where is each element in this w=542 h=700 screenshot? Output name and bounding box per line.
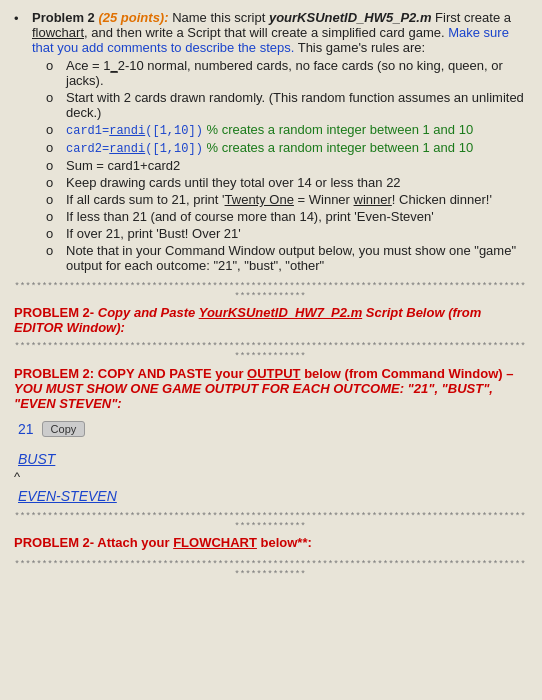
copy-button[interactable]: Copy xyxy=(42,421,86,437)
rule-7-text: If all cards sum to 21, print 'Twenty On… xyxy=(66,192,528,207)
separator-3: ****************************************… xyxy=(14,510,528,530)
rule-item-2: o Start with 2 cards drawn randomly. (Th… xyxy=(46,90,528,120)
rule-item-10: o Note that in your Command Window outpu… xyxy=(46,243,528,273)
symbol-row: ^ xyxy=(14,469,528,484)
rules-intro: This game's rules are: xyxy=(294,40,425,55)
sub-bullet-4: o xyxy=(46,140,62,156)
output-21-row: 21 Copy xyxy=(14,417,528,441)
problem2-flowchart-label: PROBLEM 2- xyxy=(14,535,94,550)
sub-bullet-5: o xyxy=(46,158,62,173)
output-21-value: 21 xyxy=(18,421,34,437)
rule-item-3: o card1=randi([1,10]) % creates a random… xyxy=(46,122,528,138)
caret-symbol: ^ xyxy=(14,469,20,484)
rule-8-text: If less than 21 (and of course more than… xyxy=(66,209,528,224)
separator-4: ****************************************… xyxy=(14,558,528,578)
problem2-bullet: • Problem 2 (25 points): Name this scrip… xyxy=(14,10,528,275)
output-even-row: EVEN-STEVEN xyxy=(14,488,528,504)
problem2-editor-text: Copy and Paste xyxy=(94,305,199,320)
problem2-output-text2: below (from Command Window) – xyxy=(301,366,514,381)
problem2-points: (25 points): xyxy=(95,10,169,25)
sub-bullet-6: o xyxy=(46,175,62,190)
rule-item-8: o If less than 21 (and of course more th… xyxy=(46,209,528,224)
problem2-output-text4: "EVEN STEVEN": xyxy=(14,396,122,411)
rule-10-text: Note that in your Command Window output … xyxy=(66,243,528,273)
problem2-intro3: , and then write a Script that will crea… xyxy=(84,25,448,40)
problem2-intro2: First create a xyxy=(432,10,511,25)
problem2-editor-header: PROBLEM 2- Copy and Paste YourKSUnetID_H… xyxy=(14,305,528,335)
sub-bullet-7: o xyxy=(46,192,62,207)
problem2-scriptname: yourKSUnetID_HW5_P2.m xyxy=(269,10,432,25)
problem2-output-text1: COPY AND PASTE your xyxy=(94,366,247,381)
problem2-output-text3: YOU MUST SHOW ONE GAME OUTPUT FOR EACH O… xyxy=(14,381,493,396)
flowchart-underline: FLOWCHART xyxy=(173,535,257,550)
rule-6-text: Keep drawing cards until they total over… xyxy=(66,175,528,190)
sub-bullet-8: o xyxy=(46,209,62,224)
problem2-editor-scriptname: YourKSUnetID_HW7_P2.m xyxy=(199,305,363,320)
output-bust-value: BUST xyxy=(18,451,55,467)
problem2-title-bold: Problem 2 xyxy=(32,10,95,25)
problem2-content: Problem 2 (25 points): Name this script … xyxy=(32,10,528,275)
bullet-symbol: • xyxy=(14,11,28,275)
rule-item-9: o If over 21, print 'Bust! Over 21' xyxy=(46,226,528,241)
output-even-value: EVEN-STEVEN xyxy=(18,488,117,504)
sub-bullet-1: o xyxy=(46,58,62,88)
problem2-output-header: PROBLEM 2: COPY AND PASTE your OUTPUT be… xyxy=(14,366,528,411)
rule-5-text: Sum = card1+card2 xyxy=(66,158,528,173)
sub-bullet-9: o xyxy=(46,226,62,241)
rules-list: o Ace = 1_2-10 normal, numbered cards, n… xyxy=(46,58,528,273)
separator-1: ****************************************… xyxy=(14,280,528,300)
problem2-flowchart-text: Attach your xyxy=(94,535,173,550)
problem2-editor-label: PROBLEM 2- xyxy=(14,305,94,320)
sub-bullet-3: o xyxy=(46,122,62,138)
problem2-flowchart-suffix: below**: xyxy=(257,535,312,550)
rule-item-5: o Sum = card1+card2 xyxy=(46,158,528,173)
sub-bullet-10: o xyxy=(46,243,62,273)
main-content: • Problem 2 (25 points): Name this scrip… xyxy=(14,10,528,578)
sub-bullet-2: o xyxy=(46,90,62,120)
separator-2: ****************************************… xyxy=(14,340,528,360)
rule-item-1: o Ace = 1_2-10 normal, numbered cards, n… xyxy=(46,58,528,88)
rule-item-4: o card2=randi([1,10]) % creates a random… xyxy=(46,140,528,156)
problem2-output-underline: OUTPUT xyxy=(247,366,300,381)
output-bust-row: BUST xyxy=(14,451,528,467)
problem2-intro: Name this script xyxy=(169,10,269,25)
flowchart-link: flowchart xyxy=(32,25,84,40)
rule-item-7: o If all cards sum to 21, print 'Twenty … xyxy=(46,192,528,207)
rule-1-text: Ace = 1_2-10 normal, numbered cards, no … xyxy=(66,58,528,88)
rule-item-6: o Keep drawing cards until they total ov… xyxy=(46,175,528,190)
rule-2-text: Start with 2 cards drawn randomly. (This… xyxy=(66,90,528,120)
problem2-output-label: PROBLEM 2: xyxy=(14,366,94,381)
problem2-flowchart-header: PROBLEM 2- Attach your FLOWCHART below**… xyxy=(14,535,528,550)
rule-3-text: card1=randi([1,10]) % creates a random i… xyxy=(66,122,528,138)
rule-4-text: card2=randi([1,10]) % creates a random i… xyxy=(66,140,528,156)
rule-9-text: If over 21, print 'Bust! Over 21' xyxy=(66,226,528,241)
